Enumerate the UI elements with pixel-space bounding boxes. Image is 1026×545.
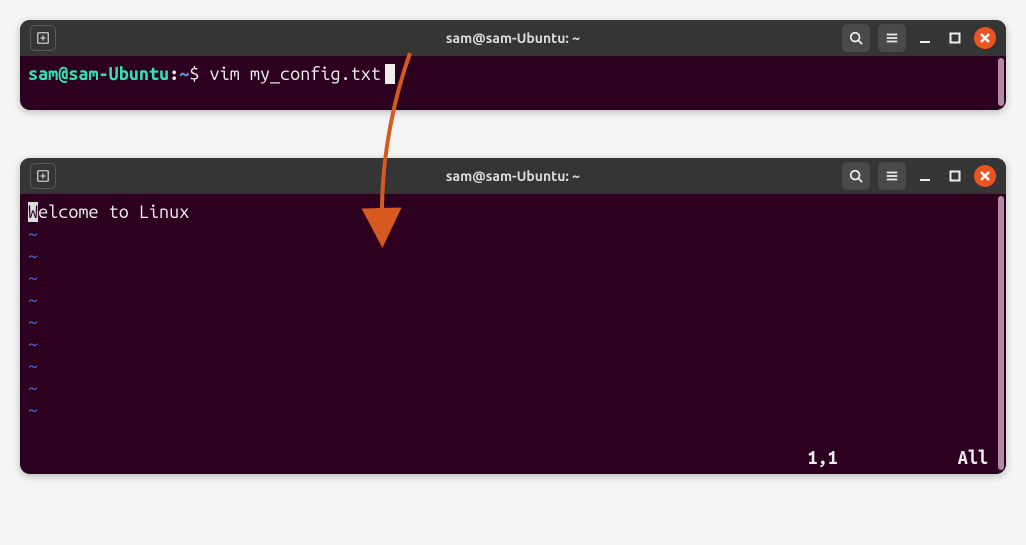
vim-empty-tilde: ~ [28,312,38,332]
prompt-path: ~ [179,64,189,84]
prompt-colon: : [169,64,179,84]
command-text: vim my_config.txt [210,64,381,84]
prompt-userhost: sam@sam-Ubuntu [28,64,169,84]
maximize-button[interactable] [944,27,966,49]
minimize-button[interactable] [914,165,936,187]
vim-empty-tilde: ~ [28,246,38,266]
vim-scroll-indicator: All [958,446,988,470]
vim-cursor: W [28,202,38,222]
minimize-button[interactable] [914,27,936,49]
hamburger-menu-button[interactable] [878,162,906,190]
hamburger-menu-button[interactable] [878,24,906,52]
vim-empty-tilde: ~ [28,400,38,420]
titlebar: sam@sam-Ubuntu: ~ [20,20,1006,56]
close-button[interactable] [974,27,996,49]
scrollbar[interactable] [998,196,1004,470]
vim-body[interactable]: Welcome to Linux ~ ~ ~ ~ ~ ~ ~ ~ ~ 1,1 A… [20,194,1006,474]
search-button[interactable] [842,24,870,52]
vim-empty-tilde: ~ [28,224,38,244]
vim-empty-tilde: ~ [28,334,38,354]
vim-empty-tilde: ~ [28,268,38,288]
vim-cursor-position: 1,1 [808,446,838,470]
terminal-body[interactable]: sam@sam-Ubuntu:~$ vim my_config.txt [20,56,1006,110]
vim-empty-tilde: ~ [28,356,38,376]
new-tab-button[interactable] [30,25,56,51]
terminal-window-vim: sam@sam-Ubuntu: ~ Welcome to Linux ~ ~ ~ [20,158,1006,474]
annotation-arrow-container [20,118,1006,158]
titlebar: sam@sam-Ubuntu: ~ [20,158,1006,194]
search-button[interactable] [842,162,870,190]
window-title: sam@sam-Ubuntu: ~ [446,168,580,184]
cursor-icon [385,64,395,84]
vim-status-bar: 1,1 All [808,446,989,470]
vim-empty-tilde: ~ [28,378,38,398]
file-content: elcome to Linux [38,202,189,222]
vim-content-line: Welcome to Linux [28,200,998,222]
prompt-dollar: $ [189,64,199,84]
vim-empty-tilde: ~ [28,290,38,310]
maximize-button[interactable] [944,165,966,187]
terminal-window-command: sam@sam-Ubuntu: ~ sam@sam-Ubuntu:~$ vim … [20,20,1006,110]
window-title: sam@sam-Ubuntu: ~ [446,30,580,46]
new-tab-button[interactable] [30,163,56,189]
scrollbar[interactable] [998,58,1004,106]
close-button[interactable] [974,165,996,187]
